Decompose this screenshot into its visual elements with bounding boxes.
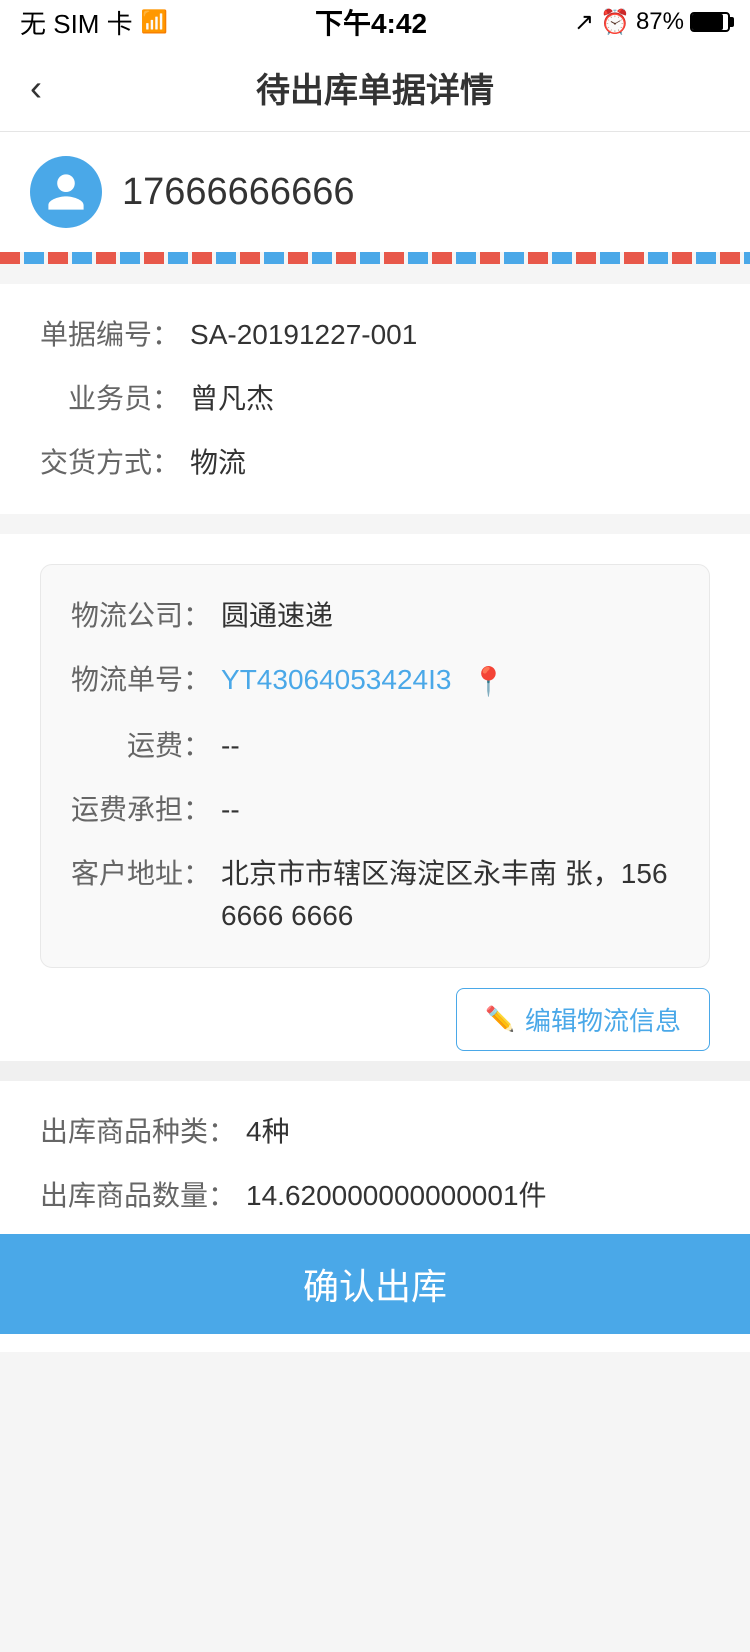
logistics-company-row: 物流公司： 圆通速递 bbox=[71, 595, 679, 637]
product-types-label: 出库商品种类： bbox=[40, 1111, 236, 1153]
order-no-label: 单据编号： bbox=[40, 314, 180, 356]
freight-value: -- bbox=[221, 725, 679, 767]
sales-person-label: 业务员： bbox=[40, 378, 180, 420]
order-no-row: 单据编号： SA-20191227-001 bbox=[40, 314, 710, 356]
address-value: 北京市市辖区海淀区永丰南 张，156 6666 6666 bbox=[221, 853, 679, 937]
order-no-value: SA-20191227-001 bbox=[190, 314, 710, 356]
logistics-company-label: 物流公司： bbox=[71, 595, 211, 637]
sales-person-value: 曾凡杰 bbox=[190, 378, 710, 420]
logistics-card: 物流公司： 圆通速递 物流单号： YT43064053424I3 📍 运费： -… bbox=[40, 564, 710, 968]
product-quantity-row: 出库商品数量： 14.620000000000001件 bbox=[40, 1175, 710, 1217]
status-right: ↗ ⏰ 87% bbox=[574, 8, 730, 37]
freight-bearer-label: 运费承担： bbox=[71, 789, 211, 831]
gray-separator bbox=[0, 1061, 750, 1081]
dashed-divider bbox=[0, 252, 750, 264]
basic-info-section: 单据编号： SA-20191227-001 业务员： 曾凡杰 交货方式： 物流 bbox=[0, 284, 750, 514]
avatar bbox=[30, 156, 102, 228]
product-quantity-value: 14.620000000000001件 bbox=[246, 1175, 710, 1217]
product-types-row: 出库商品种类： 4种 bbox=[40, 1111, 710, 1153]
logistics-company-value: 圆通速递 bbox=[221, 595, 679, 637]
customer-section: 17666666666 bbox=[0, 132, 750, 252]
freight-row: 运费： -- bbox=[71, 725, 679, 767]
sales-person-row: 业务员： 曾凡杰 bbox=[40, 378, 710, 420]
edit-btn-label: 编辑物流信息 bbox=[525, 1001, 681, 1038]
product-quantity-label: 出库商品数量： bbox=[40, 1175, 236, 1217]
battery-icon bbox=[690, 12, 730, 32]
delivery-method-row: 交货方式： 物流 bbox=[40, 442, 710, 484]
edit-btn-row: ✏️ 编辑物流信息 bbox=[40, 968, 710, 1051]
address-row: 客户地址： 北京市市辖区海淀区永丰南 张，156 6666 6666 bbox=[71, 853, 679, 937]
person-icon bbox=[44, 170, 88, 214]
delivery-method-value: 物流 bbox=[190, 442, 710, 484]
confirm-button[interactable]: 确认出库 bbox=[0, 1234, 750, 1334]
alarm-icon: ⏰ bbox=[600, 8, 630, 37]
customer-phone: 17666666666 bbox=[122, 171, 354, 214]
confirm-btn-label: 确认出库 bbox=[303, 1258, 447, 1310]
nav-bar: ‹ 待出库单据详情 bbox=[0, 44, 750, 132]
freight-label: 运费： bbox=[71, 725, 211, 767]
tracking-no-value: YT43064053424I3 📍 bbox=[221, 659, 679, 703]
back-button[interactable]: ‹ bbox=[30, 67, 42, 109]
address-label: 客户地址： bbox=[71, 853, 211, 895]
tracking-no-row: 物流单号： YT43064053424I3 📍 bbox=[71, 659, 679, 703]
status-time: 下午4:42 bbox=[315, 2, 427, 42]
edit-icon: ✏️ bbox=[485, 1005, 515, 1034]
freight-bearer-value: -- bbox=[221, 789, 679, 831]
tracking-no-label: 物流单号： bbox=[71, 659, 211, 701]
location-arrow-icon: ↗ bbox=[574, 8, 594, 37]
freight-bearer-row: 运费承担： -- bbox=[71, 789, 679, 831]
status-bar: 无 SIM 卡 📶 下午4:42 ↗ ⏰ 87% bbox=[0, 0, 750, 44]
status-left: 无 SIM 卡 📶 bbox=[20, 4, 168, 41]
map-pin-icon[interactable]: 📍 bbox=[471, 661, 506, 703]
wifi-icon: 📶 bbox=[141, 9, 168, 35]
delivery-method-label: 交货方式： bbox=[40, 442, 180, 484]
carrier-text: 无 SIM 卡 bbox=[20, 4, 133, 41]
empty-space bbox=[0, 1352, 750, 1552]
edit-logistics-button[interactable]: ✏️ 编辑物流信息 bbox=[456, 988, 710, 1051]
product-types-value: 4种 bbox=[246, 1111, 710, 1153]
page-title: 待出库单据详情 bbox=[256, 63, 494, 112]
battery-text: 87% bbox=[636, 8, 684, 36]
logistics-outer: 物流公司： 圆通速递 物流单号： YT43064053424I3 📍 运费： -… bbox=[0, 534, 750, 1061]
